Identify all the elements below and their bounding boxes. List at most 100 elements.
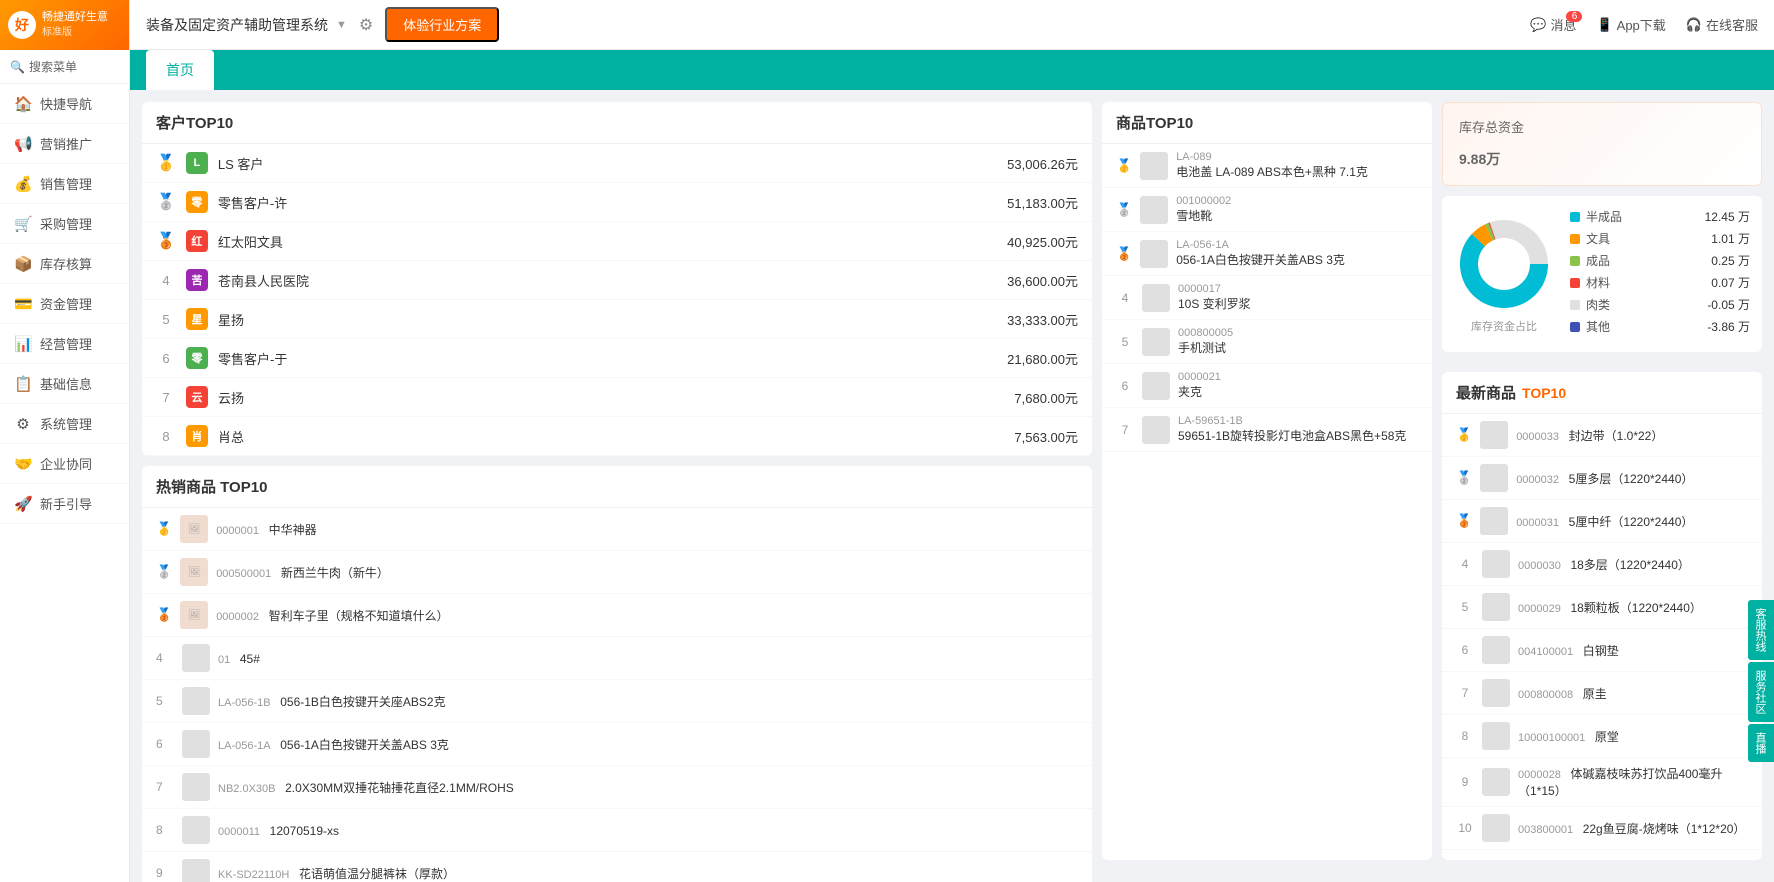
product-info: 000800008 原圭	[1518, 685, 1748, 702]
legend-value: -0.05 万	[1707, 296, 1750, 313]
product-code: 10000100001	[1518, 732, 1585, 744]
customer-service-btn[interactable]: 客服热线	[1748, 600, 1774, 660]
sidebar-item-marketing[interactable]: 📢 营销推广	[0, 124, 129, 164]
gold-medal-icon: 🥇	[156, 153, 176, 173]
product-code: 000800008	[1518, 689, 1573, 701]
product-thumb	[1482, 636, 1510, 664]
sidebar-item-quick-nav[interactable]: 🏠 快捷导航	[0, 84, 129, 124]
card-icon: 💳	[14, 295, 32, 313]
product-info: LA-056-1B 056-1B白色按键开关座ABS2克	[218, 693, 1078, 710]
product-name: 中华神器	[269, 523, 317, 537]
sidebar-item-operation[interactable]: 📊 经营管理	[0, 324, 129, 364]
sidebar-item-inventory[interactable]: 📦 库存核算	[0, 244, 129, 284]
dropdown-arrow-icon: ▼	[336, 19, 347, 31]
product-placeholder	[182, 773, 210, 801]
customer-name: 云扬	[218, 388, 1004, 407]
product-name: 夹克	[1178, 383, 1418, 400]
customer-rank-row: 6 零 零售客户-于 21,680.00元	[142, 339, 1092, 378]
trial-button[interactable]: 体验行业方案	[385, 7, 499, 42]
product-info: 01 45#	[218, 651, 1078, 666]
sidebar-item-finance[interactable]: 💳 资金管理	[0, 284, 129, 324]
legend-color-dot	[1570, 300, 1580, 310]
product-name: 12070519-xs	[270, 824, 339, 838]
gold-medal-icon: 🥇	[1456, 427, 1472, 443]
product-thumb	[1482, 679, 1510, 707]
product-code: LA-59651-1B	[1178, 415, 1418, 427]
product-name: 新西兰牛肉（新牛）	[281, 566, 389, 580]
sidebar-item-sales[interactable]: 💰 销售管理	[0, 164, 129, 204]
product-name: 智利车子里（规格不知道填什么）	[269, 609, 449, 623]
hot-product-list: 🥇 🖼 0000001 中华神器 🥈 🖼 000500001 新西兰牛肉（新牛）…	[142, 508, 1092, 882]
sidebar-item-basic-info[interactable]: 📋 基础信息	[0, 364, 129, 404]
product-thumb	[1142, 372, 1170, 400]
product-image: 🖼	[180, 515, 208, 543]
megaphone-icon: 📢	[14, 135, 32, 153]
legend-color-dot	[1570, 278, 1580, 288]
product-code: LA-056-1B	[218, 697, 271, 709]
live-btn[interactable]: 直播	[1748, 724, 1774, 762]
online-service-button[interactable]: 🎧 在线客服	[1686, 15, 1758, 34]
inventory-title: 库存总资金	[1459, 117, 1745, 136]
tab-home[interactable]: 首页	[146, 50, 214, 90]
product-info: 0000002 智利车子里（规格不知道填什么）	[216, 607, 1078, 624]
new-product-row: 5 0000029 18颗粒板（1220*2440）	[1442, 586, 1762, 629]
product-rank-row: 7 LA-59651-1B 59651-1B旋转投影灯电池盒ABS黑色+58克	[1102, 408, 1432, 452]
product-name: 手机测试	[1178, 339, 1418, 356]
product-rank-list: 🥇 LA-089 电池盖 LA-089 ABS本色+黑种 7.1克 🥈 0010…	[1102, 144, 1432, 452]
gold-medal-icon: 🥇	[156, 521, 172, 537]
customer-rank-row: 8 肖 肖总 7,563.00元	[142, 417, 1092, 456]
new-product-list: 🥇 0000033 封边带（1.0*22） 🥈 0000032 5厘多层（122…	[1442, 414, 1762, 850]
product-code: 0000021	[1178, 371, 1418, 383]
new-product-row: 6 004100001 白钢垫	[1442, 629, 1762, 672]
product-info: NB2.0X30B 2.0X30MM双捶花轴捶花直径2.1MM/ROHS	[218, 779, 1078, 796]
customer-name: 红太阳文具	[218, 232, 997, 251]
product-image: 🖼	[180, 601, 208, 629]
product-info: KK-SD22110H 花语萌值温分腿裤袜（厚款）	[218, 865, 1078, 882]
legend-item: 其他 -3.86 万	[1570, 318, 1750, 335]
logo-icon: 好	[8, 11, 36, 39]
topbar-right: 💬 消息 6 📱 App下载 🎧 在线客服	[1530, 15, 1758, 34]
product-code: 0000017	[1178, 283, 1418, 295]
product-name: 雪地靴	[1176, 207, 1418, 224]
legend-label: 半成品	[1586, 208, 1699, 225]
sidebar-item-purchase[interactable]: 🛒 采购管理	[0, 204, 129, 244]
product-code: LA-089	[1176, 151, 1418, 163]
sidebar-item-cooperation[interactable]: 🤝 企业协同	[0, 444, 129, 484]
product-name: 花语萌值温分腿裤袜（厚款）	[299, 867, 455, 881]
hot-product-row: 🥇 🖼 0000001 中华神器	[142, 508, 1092, 551]
sidebar-item-guide[interactable]: 🚀 新手引导	[0, 484, 129, 524]
product-code: 0000001	[216, 525, 259, 537]
sidebar-item-system[interactable]: ⚙ 系统管理	[0, 404, 129, 444]
product-code: 001000002	[1176, 195, 1418, 207]
customer-rank-list: 🥇 L LS 客户 53,006.26元 🥈 零 零售客户-许 51,183.0…	[142, 144, 1092, 456]
product-code: 0000033	[1516, 431, 1559, 443]
mobile-icon: 📱	[1596, 17, 1612, 33]
search-menu[interactable]: 🔍 搜索菜单	[0, 50, 129, 84]
system-selector[interactable]: 装备及固定资产辅助管理系统 ▼	[146, 15, 347, 35]
customer-amount: 36,600.00元	[1007, 271, 1078, 290]
message-button[interactable]: 💬 消息 6	[1530, 15, 1576, 34]
topbar-gear-icon[interactable]: ⚙	[359, 15, 373, 35]
list-icon: 📋	[14, 375, 32, 393]
customer-rank-row: 7 云 云扬 7,680.00元	[142, 378, 1092, 417]
product-thumb	[1480, 464, 1508, 492]
middle-panel: 商品TOP10 🥇 LA-089 电池盖 LA-089 ABS本色+黑种 7.1…	[1102, 102, 1432, 870]
float-service-panel: 客服热线 服务社区 直播	[1748, 600, 1774, 762]
product-name: 2.0X30MM双捶花轴捶花直径2.1MM/ROHS	[285, 781, 514, 795]
product-rank-row: 🥇 LA-089 电池盖 LA-089 ABS本色+黑种 7.1克	[1102, 144, 1432, 188]
customer-avatar: 零	[186, 347, 208, 369]
product-info: 0000011 12070519-xs	[218, 823, 1078, 838]
inventory-amount: 9.88万	[1459, 140, 1745, 171]
chart-icon: 📊	[14, 335, 32, 353]
product-thumb	[1482, 550, 1510, 578]
product-code: 0000031	[1516, 517, 1559, 529]
silver-medal-icon: 🥈	[156, 564, 172, 580]
hot-product-row: 8 0000011 12070519-xs	[142, 809, 1092, 852]
product-info: 0000030 18多层（1220*2440）	[1518, 556, 1748, 573]
product-top10-card: 商品TOP10 🥇 LA-089 电池盖 LA-089 ABS本色+黑种 7.1…	[1102, 102, 1432, 860]
search-icon: 🔍	[10, 60, 25, 74]
service-community-btn[interactable]: 服务社区	[1748, 662, 1774, 722]
app-download-button[interactable]: 📱 App下载	[1596, 15, 1665, 34]
product-thumb	[1480, 421, 1508, 449]
product-code: 003800001	[1518, 824, 1573, 836]
